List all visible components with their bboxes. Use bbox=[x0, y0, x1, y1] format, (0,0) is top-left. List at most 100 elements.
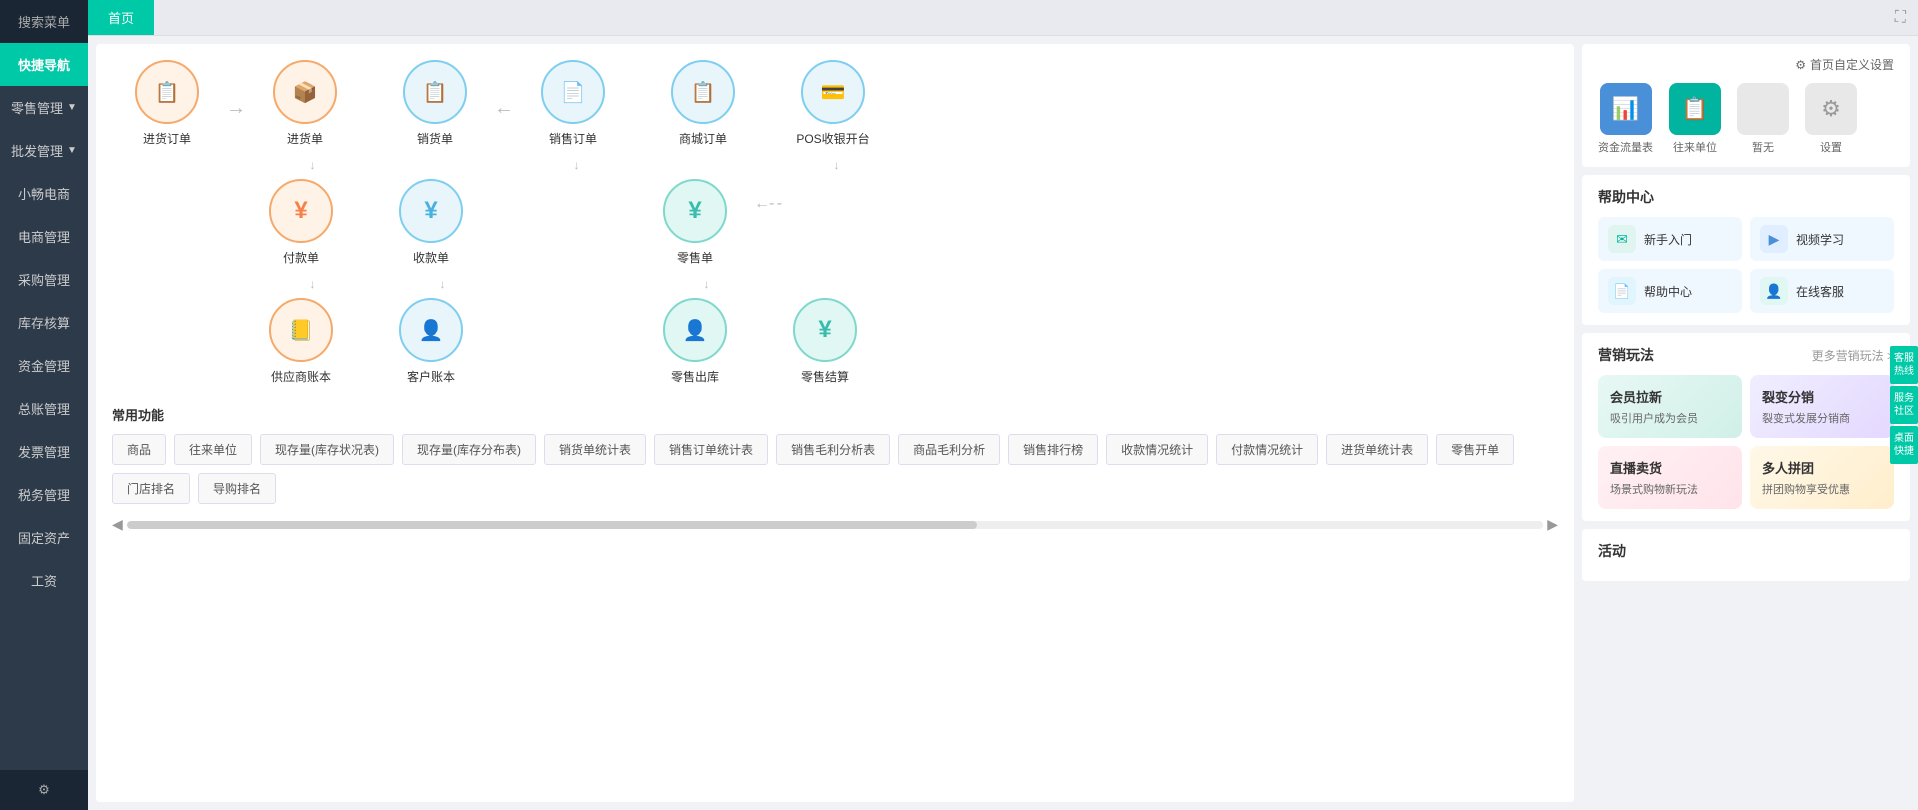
purchase-order-icon[interactable]: 📋 bbox=[135, 60, 199, 124]
marketing-member[interactable]: 会员拉新 吸引用户成为会员 bbox=[1598, 375, 1742, 438]
help-section: 帮助中心 ✉ 新手入门 ▶ 视频学习 📄 帮助中心 👤 bbox=[1582, 175, 1910, 325]
help-title: 帮助中心 bbox=[1598, 187, 1894, 207]
function-buttons: 商品 往来单位 现存量(库存状况表) 现存量(库存分布表) 销货单统计表 销售订… bbox=[112, 434, 1558, 504]
flow-node-retail-settle[interactable]: ¥ 零售结算 bbox=[770, 298, 880, 385]
video-icon: ▶ bbox=[1760, 225, 1788, 253]
flow-node-retail[interactable]: ¥ 零售单 bbox=[640, 179, 750, 266]
quick-icons-row: 📊 资金流量表 📋 往来单位 暂无 ⚙ 设置 bbox=[1598, 83, 1894, 155]
sidebar-item-finance[interactable]: 资金管理 bbox=[0, 344, 88, 387]
marketing-group-buy[interactable]: 多人拼团 拼团购物享受优惠 bbox=[1750, 446, 1894, 509]
sales-icon[interactable]: 📋 bbox=[403, 60, 467, 124]
sidebar-settings[interactable]: ⚙ bbox=[0, 770, 88, 810]
wholesale-arrow-icon: ▼ bbox=[67, 145, 77, 156]
scroll-left-btn[interactable]: ◀ bbox=[112, 516, 123, 533]
func-btn-stock-dist[interactable]: 现存量(库存分布表) bbox=[402, 434, 536, 465]
empty-icon bbox=[1737, 83, 1789, 135]
mall-order-icon[interactable]: 📋 bbox=[671, 60, 735, 124]
help-item-online-service[interactable]: 👤 在线客服 bbox=[1750, 269, 1894, 313]
payment-icon[interactable]: ¥ bbox=[269, 179, 333, 243]
common-functions: 常用功能 商品 往来单位 现存量(库存状况表) 现存量(库存分布表) 销货单统计… bbox=[112, 405, 1558, 533]
retail-out-icon[interactable]: 👤 bbox=[663, 298, 727, 362]
customize-settings[interactable]: ⚙ 首页自定义设置 bbox=[1598, 56, 1894, 73]
expand-icon[interactable]: ⛶ bbox=[1883, 1, 1918, 35]
flow-node-customer-ledger[interactable]: 👤 客户账本 bbox=[376, 298, 486, 385]
flow-node-purchase[interactable]: 📦 进货单 bbox=[250, 60, 360, 147]
sidebar-item-salary[interactable]: 工资 bbox=[0, 559, 88, 602]
func-btn-product[interactable]: 商品 bbox=[112, 434, 166, 465]
retail-arrow-icon: ▼ bbox=[67, 102, 77, 113]
content-row: 📋 进货订单 → 📦 进货单 📋 bbox=[88, 36, 1918, 810]
sidebar-item-purchase[interactable]: 采购管理 bbox=[0, 258, 88, 301]
quick-icon-empty: 暂无 bbox=[1737, 83, 1789, 155]
sidebar-item-ecommerce-small[interactable]: 小畅电商 bbox=[0, 172, 88, 215]
sidebar-item-inventory[interactable]: 库存核算 bbox=[0, 301, 88, 344]
scrollbar-thumb bbox=[127, 521, 977, 529]
scroll-right-btn[interactable]: ▶ bbox=[1547, 516, 1558, 533]
scrollbar-track[interactable] bbox=[127, 521, 1543, 529]
float-btn-hotline[interactable]: 客服 热线 bbox=[1890, 346, 1918, 384]
flow-node-pos[interactable]: 💳 POS收银开台 bbox=[778, 60, 888, 147]
float-btn-desktop[interactable]: 桌面 快捷 bbox=[1890, 426, 1918, 464]
supplier-ledger-icon[interactable]: 📒 bbox=[269, 298, 333, 362]
marketing-section: 营销玩法 更多营销玩法 > 会员拉新 吸引用户成为会员 裂变分销 裂变式发展分销… bbox=[1582, 333, 1910, 521]
marketing-more[interactable]: 更多营销玩法 > bbox=[1812, 347, 1894, 364]
func-btn-stock-status[interactable]: 现存量(库存状况表) bbox=[260, 434, 394, 465]
sidebar-item-assets[interactable]: 固定资产 bbox=[0, 516, 88, 559]
partners-icon: 📋 bbox=[1669, 83, 1721, 135]
help-center-icon: 📄 bbox=[1608, 277, 1636, 305]
func-btn-partners[interactable]: 往来单位 bbox=[174, 434, 252, 465]
sidebar-item-invoice[interactable]: 发票管理 bbox=[0, 430, 88, 473]
marketing-title: 营销玩法 bbox=[1598, 345, 1654, 365]
tab-home[interactable]: 首页 bbox=[88, 0, 154, 35]
activity-section: 活动 bbox=[1582, 529, 1910, 581]
flow-node-receipt[interactable]: ¥ 收款单 bbox=[376, 179, 486, 266]
purchase-icon[interactable]: 📦 bbox=[273, 60, 337, 124]
flow-node-purchase-order[interactable]: 📋 进货订单 bbox=[112, 60, 222, 147]
func-btn-product-profit[interactable]: 商品毛利分析 bbox=[898, 434, 1000, 465]
retail-settle-icon[interactable]: ¥ bbox=[793, 298, 857, 362]
sidebar-item-ecommerce-mgmt[interactable]: 电商管理 bbox=[0, 215, 88, 258]
flow-node-mall-order[interactable]: 📋 商城订单 bbox=[648, 60, 758, 147]
sidebar-nav[interactable]: 快捷导航 bbox=[0, 43, 88, 86]
marketing-distribution[interactable]: 裂变分销 裂变式发展分销商 bbox=[1750, 375, 1894, 438]
flow-node-payment[interactable]: ¥ 付款单 bbox=[246, 179, 356, 266]
flow-node-sales-order[interactable]: 📄 销售订单 bbox=[518, 60, 628, 147]
help-item-video[interactable]: ▶ 视频学习 bbox=[1750, 217, 1894, 261]
flow-node-retail-out[interactable]: 👤 零售出库 bbox=[640, 298, 750, 385]
func-btn-sales-rank[interactable]: 销售排行榜 bbox=[1008, 434, 1098, 465]
pos-icon[interactable]: 💳 bbox=[801, 60, 865, 124]
func-btn-payment-stat[interactable]: 付款情况统计 bbox=[1216, 434, 1318, 465]
float-btn-community[interactable]: 服务 社区 bbox=[1890, 386, 1918, 424]
online-service-icon: 👤 bbox=[1760, 277, 1788, 305]
func-btn-sales-stat[interactable]: 销货单统计表 bbox=[544, 434, 646, 465]
sidebar-item-tax[interactable]: 税务管理 bbox=[0, 473, 88, 516]
retail-icon[interactable]: ¥ bbox=[663, 179, 727, 243]
quick-icon-cashflow[interactable]: 📊 资金流量表 bbox=[1598, 83, 1653, 155]
func-btn-receipt-stat[interactable]: 收款情况统计 bbox=[1106, 434, 1208, 465]
sales-order-icon[interactable]: 📄 bbox=[541, 60, 605, 124]
func-btn-store-rank[interactable]: 门店排名 bbox=[112, 473, 190, 504]
func-btn-order-stat[interactable]: 销售订单统计表 bbox=[654, 434, 768, 465]
sidebar-item-ledger[interactable]: 总账管理 bbox=[0, 387, 88, 430]
quick-icon-partners[interactable]: 📋 往来单位 bbox=[1669, 83, 1721, 155]
sidebar-item-retail[interactable]: 零售管理 ▼ bbox=[0, 86, 88, 129]
horizontal-scrollbar: ◀ ▶ bbox=[112, 516, 1558, 533]
receipt-icon[interactable]: ¥ bbox=[399, 179, 463, 243]
flow-node-supplier-ledger[interactable]: 📒 供应商账本 bbox=[246, 298, 356, 385]
arrow-down-payment: ↓ bbox=[269, 274, 356, 294]
arrow-down-receipt: ↓ bbox=[399, 274, 486, 294]
help-item-beginner[interactable]: ✉ 新手入门 bbox=[1598, 217, 1742, 261]
func-btn-retail-order[interactable]: 零售开单 bbox=[1436, 434, 1514, 465]
customer-ledger-icon[interactable]: 👤 bbox=[399, 298, 463, 362]
func-btn-gross-profit[interactable]: 销售毛利分析表 bbox=[776, 434, 890, 465]
sidebar-search[interactable]: 搜索菜单 bbox=[0, 0, 88, 43]
marketing-live[interactable]: 直播卖货 场景式购物新玩法 bbox=[1598, 446, 1742, 509]
help-item-help-center[interactable]: 📄 帮助中心 bbox=[1598, 269, 1742, 313]
sidebar-item-wholesale[interactable]: 批发管理 ▼ bbox=[0, 129, 88, 172]
settings-icon: ⚙ bbox=[1805, 83, 1857, 135]
func-btn-purchase-stat[interactable]: 进货单统计表 bbox=[1326, 434, 1428, 465]
beginner-icon: ✉ bbox=[1608, 225, 1636, 253]
quick-icon-settings[interactable]: ⚙ 设置 bbox=[1805, 83, 1857, 155]
flow-node-sales[interactable]: 📋 销货单 bbox=[380, 60, 490, 147]
func-btn-guide-rank[interactable]: 导购排名 bbox=[198, 473, 276, 504]
